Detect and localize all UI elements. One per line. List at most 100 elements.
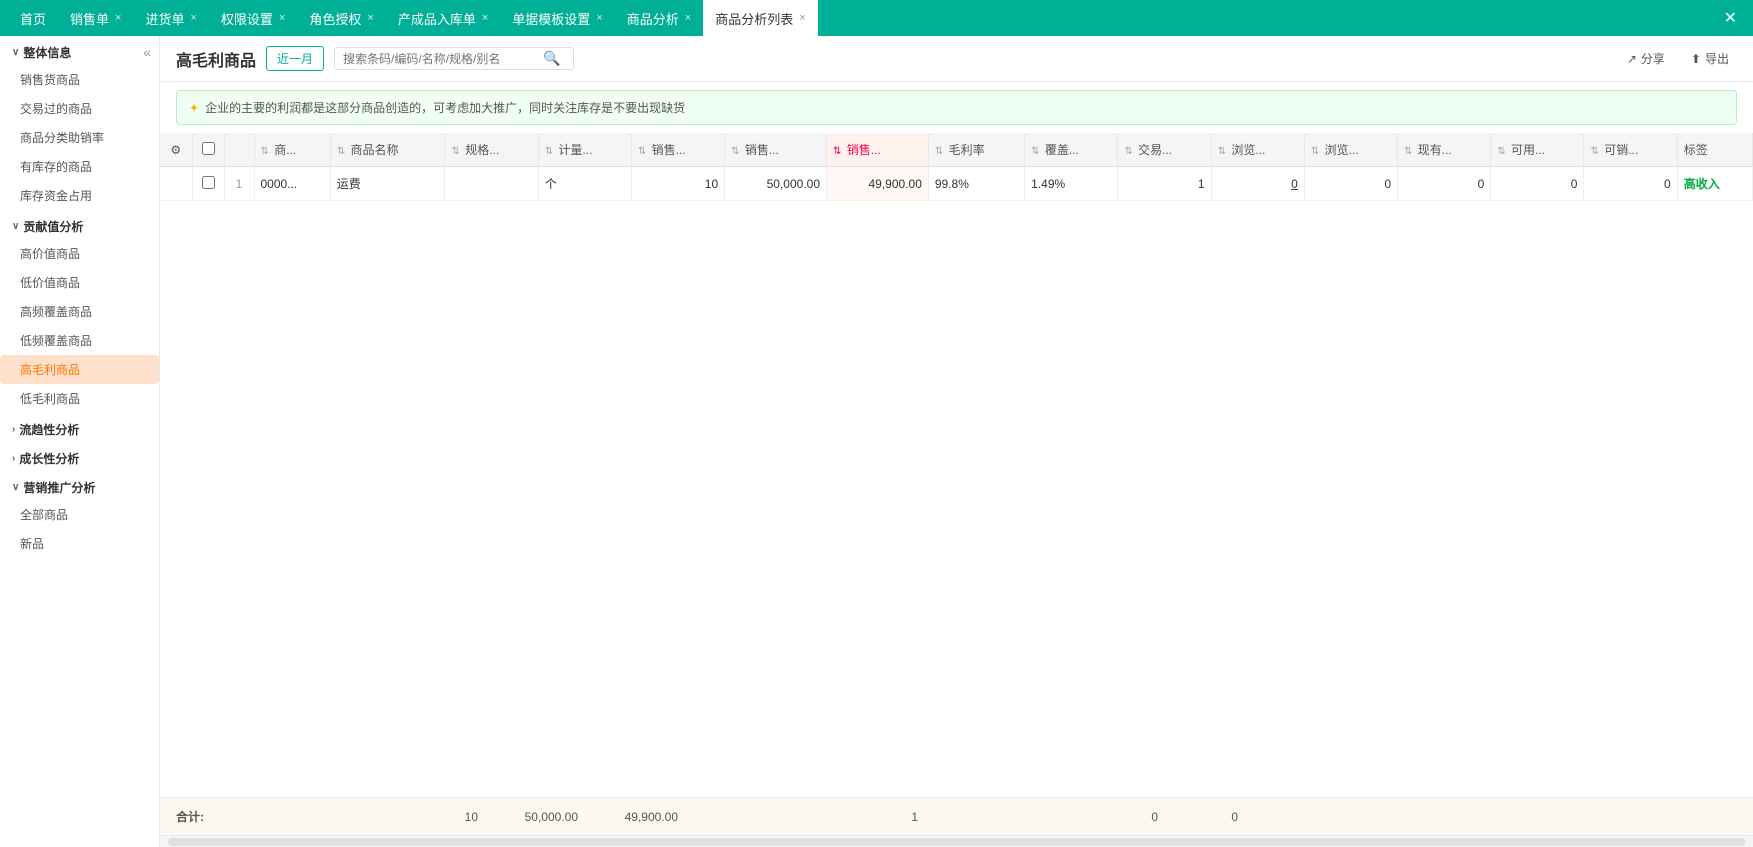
nav-permission[interactable]: 权限设置 × (209, 0, 297, 36)
table-container[interactable]: ⚙ ⇅ 商... ⇅ 商品名称 (160, 133, 1753, 797)
nav-home[interactable]: 首页 (8, 0, 58, 36)
sidebar-group-marketing[interactable]: ∨ 营销推广分析 (0, 471, 159, 500)
row-checkbox[interactable] (202, 176, 215, 189)
cell-browse2: 0 (1304, 167, 1397, 201)
close-icon[interactable]: × (115, 12, 121, 24)
nav-goods-analysis[interactable]: 商品分析 × (615, 0, 703, 36)
info-banner: ✦ 企业的主要的利润都是这部分商品创造的，可考虑加大推广，同时关注库存是不要出现… (176, 90, 1737, 125)
window-close-button[interactable]: ✕ (1716, 8, 1745, 28)
close-icon[interactable]: × (685, 12, 691, 24)
export-icon: ⬆ (1691, 52, 1701, 66)
footer-sales-amount: 50,000.00 (484, 810, 584, 824)
sort-icon: ⇅ (833, 146, 841, 157)
sort-icon: ⇅ (1218, 146, 1226, 157)
sidebar-item-high-value[interactable]: 高价值商品 (0, 239, 159, 268)
col-margin-rate[interactable]: ⇅ 毛利率 (928, 133, 1024, 167)
cell-margin-rate: 99.8% (928, 167, 1024, 201)
page-title: 高毛利商品 (176, 47, 256, 71)
footer-transaction: 1 (844, 810, 924, 824)
col-spec[interactable]: ⇅ 规格... (445, 133, 538, 167)
col-settings[interactable]: ⚙ (160, 133, 192, 167)
search-box: 🔍 (334, 47, 574, 70)
footer-sales-profit: 49,900.00 (584, 810, 684, 824)
search-input[interactable] (343, 52, 543, 66)
data-table: ⚙ ⇅ 商... ⇅ 商品名称 (160, 133, 1753, 201)
sidebar-item-high-margin[interactable]: 高毛利商品 (0, 355, 159, 384)
col-code[interactable]: ⇅ 商... (254, 133, 330, 167)
search-icon[interactable]: 🔍 (543, 50, 560, 67)
cell-spec (445, 167, 538, 201)
cell-code: 0000... (254, 167, 330, 201)
footer-empty4 (1004, 810, 1084, 824)
footer-empty1 (684, 810, 764, 824)
nav-role[interactable]: 角色授权 × (297, 0, 385, 36)
sort-icon: ⇅ (545, 146, 553, 157)
sidebar-item-high-freq[interactable]: 高频覆盖商品 (0, 297, 159, 326)
sidebar-item-new-goods[interactable]: 新品 (0, 529, 159, 558)
close-icon[interactable]: × (482, 12, 488, 24)
sidebar-item-stock-occupation[interactable]: 库存资金占用 (0, 181, 159, 210)
sort-icon: ⇅ (1311, 146, 1319, 157)
select-all-checkbox[interactable] (202, 142, 215, 155)
col-sales-profit[interactable]: ⇅ 销售... (827, 133, 929, 167)
col-available[interactable]: ⇅ 可用... (1491, 133, 1584, 167)
col-sellable[interactable]: ⇅ 可销... (1584, 133, 1677, 167)
cell-sales-profit: 49,900.00 (827, 167, 929, 201)
cell-tag: 高收入 (1677, 167, 1752, 201)
col-transaction[interactable]: ⇅ 交易... (1118, 133, 1211, 167)
col-unit[interactable]: ⇅ 计量... (538, 133, 631, 167)
sidebar-group-trend[interactable]: › 流趋性分析 (0, 413, 159, 442)
nav-product-inbound[interactable]: 产成品入库单 × (386, 0, 500, 36)
sidebar-collapse-button[interactable]: « (143, 44, 151, 60)
sidebar-item-in-stock[interactable]: 有库存的商品 (0, 152, 159, 181)
sidebar-item-traded-goods[interactable]: 交易过的商品 (0, 94, 159, 123)
table-footer: 合计: 10 50,000.00 49,900.00 1 0 0 (160, 797, 1753, 835)
nav-purchase[interactable]: 进货单 × (133, 0, 208, 36)
scrollbar-track[interactable] (168, 838, 1745, 846)
cell-name: 运费 (330, 167, 445, 201)
cell-checkbox[interactable] (192, 167, 224, 201)
col-tag: 标签 (1677, 133, 1752, 167)
col-name[interactable]: ⇅ 商品名称 (330, 133, 445, 167)
settings-icon[interactable]: ⚙ (170, 143, 181, 157)
export-button[interactable]: ⬆ 导出 (1683, 46, 1737, 71)
col-browse1[interactable]: ⇅ 浏览... (1211, 133, 1304, 167)
cell-unit: 个 (538, 167, 631, 201)
table-row: 1 0000... 运费 个 10 50,000.00 49,900.00 99… (160, 167, 1753, 201)
col-browse2[interactable]: ⇅ 浏览... (1304, 133, 1397, 167)
horizontal-scrollbar[interactable] (160, 835, 1753, 847)
cell-settings (160, 167, 192, 201)
col-current-stock[interactable]: ⇅ 现有... (1398, 133, 1491, 167)
close-icon[interactable]: × (367, 12, 373, 24)
close-icon[interactable]: × (279, 12, 285, 24)
sidebar-item-low-freq[interactable]: 低频覆盖商品 (0, 326, 159, 355)
close-icon[interactable]: × (799, 12, 805, 24)
filter-month-button[interactable]: 近一月 (266, 46, 324, 71)
nav-template[interactable]: 单据模板设置 × (500, 0, 614, 36)
col-coverage[interactable]: ⇅ 覆盖... (1025, 133, 1118, 167)
sidebar-item-all-goods[interactable]: 全部商品 (0, 500, 159, 529)
footer-sales-count (224, 810, 424, 824)
sidebar-item-low-value[interactable]: 低价值商品 (0, 268, 159, 297)
close-icon[interactable]: × (596, 12, 602, 24)
sidebar-group-growth[interactable]: › 成长性分析 (0, 442, 159, 471)
cell-browse1[interactable]: 0 (1211, 167, 1304, 201)
footer-current-stock: 0 (1084, 810, 1164, 824)
cell-available: 0 (1491, 167, 1584, 201)
sidebar-group-treasure[interactable]: ∨ 贡献值分析 (0, 210, 159, 239)
share-icon: ↗ (1627, 52, 1637, 66)
col-sales-amount[interactable]: ⇅ 销售... (725, 133, 827, 167)
sidebar-item-sales-goods[interactable]: 销售货商品 (0, 65, 159, 94)
nav-goods-analysis-list[interactable]: 商品分析列表 × (703, 0, 817, 36)
share-button[interactable]: ↗ 分享 (1619, 46, 1673, 71)
nav-sales[interactable]: 销售单 × (58, 0, 133, 36)
col-sales-count[interactable]: ⇅ 销售... (631, 133, 724, 167)
content-header: 高毛利商品 近一月 🔍 ↗ 分享 ⬆ 导出 (160, 36, 1753, 82)
cell-sales-count: 10 (631, 167, 724, 201)
chevron-down-icon: ∨ (12, 482, 19, 493)
sort-icon: ⇅ (261, 146, 269, 157)
close-icon[interactable]: × (190, 12, 196, 24)
sidebar-item-assist-rate[interactable]: 商品分类助销率 (0, 123, 159, 152)
sidebar-group-overall[interactable]: ∨ 整体信息 (0, 36, 159, 65)
sidebar-item-low-margin[interactable]: 低毛利商品 (0, 384, 159, 413)
